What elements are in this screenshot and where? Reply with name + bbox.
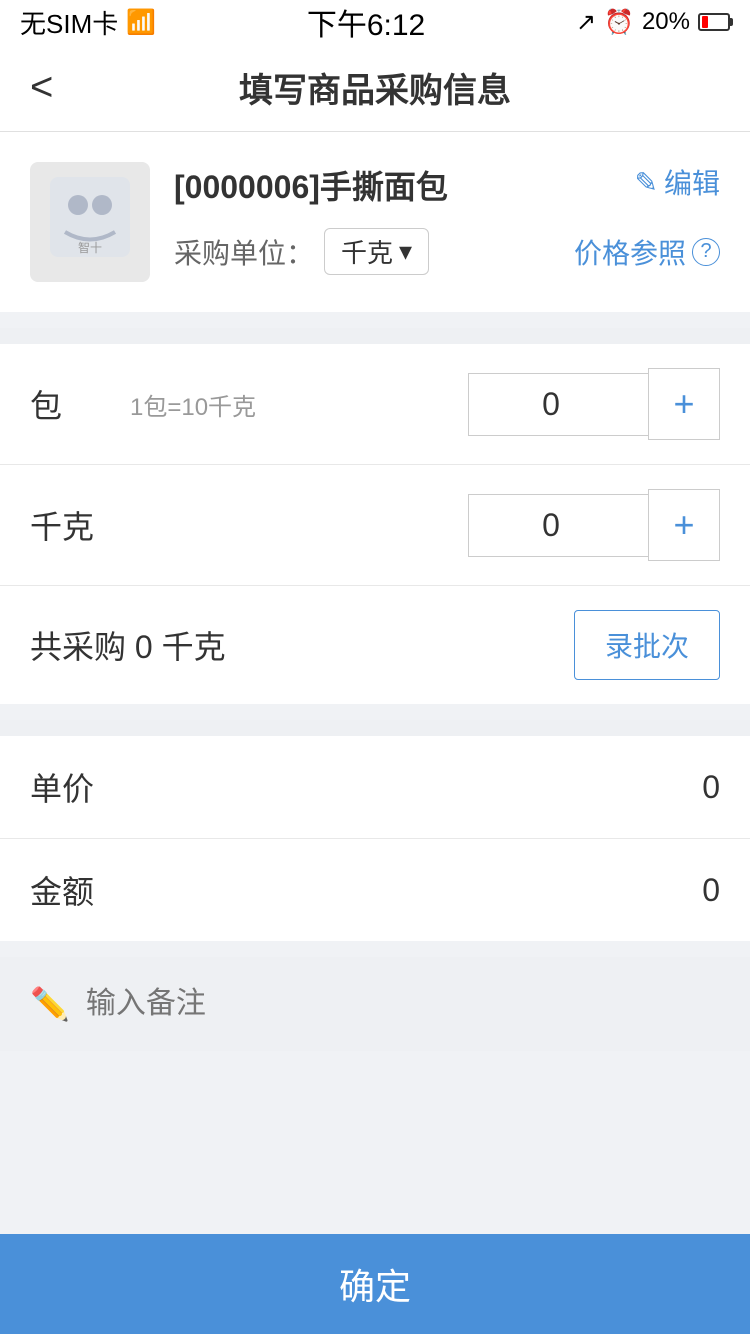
product-image-placeholder: 智十 bbox=[50, 177, 130, 267]
battery-percent: 20% bbox=[642, 8, 690, 36]
status-right: ↗ ⏰ 20% bbox=[576, 8, 730, 37]
unit-select[interactable]: 千克 ▾ bbox=[324, 228, 429, 275]
nav-bar: < 填写商品采购信息 bbox=[0, 44, 750, 132]
bao-label: 包 bbox=[30, 381, 110, 427]
product-meta: 采购单位： 千克 ▾ 价格参照 ? bbox=[174, 228, 720, 275]
help-icon: ? bbox=[692, 238, 720, 266]
section-separator-2 bbox=[0, 720, 750, 736]
battery-icon bbox=[698, 13, 730, 31]
summary-section: 共采购 0 千克 录批次 bbox=[0, 586, 750, 704]
unit-prefix: 采购单位： bbox=[174, 232, 314, 272]
svg-text:智十: 智十 bbox=[78, 240, 102, 255]
price-ref-button[interactable]: 价格参照 ? bbox=[574, 232, 720, 272]
bao-row: 包 1包=10千克 + bbox=[0, 344, 750, 465]
kg-row: 千克 + bbox=[0, 465, 750, 586]
batch-button[interactable]: 录批次 bbox=[574, 610, 720, 680]
remark-input[interactable] bbox=[86, 987, 720, 1021]
unit-price-row: 单价 0 bbox=[0, 736, 750, 839]
unit-label: 采购单位： 千克 ▾ bbox=[174, 228, 429, 275]
status-bar: 无SIM卡 📶 下午6:12 ↗ ⏰ 20% bbox=[0, 0, 750, 44]
location-icon: ↗ bbox=[576, 8, 596, 37]
edit-button[interactable]: ✎ 编辑 bbox=[635, 162, 720, 202]
page-title: 填写商品采购信息 bbox=[239, 63, 511, 112]
dropdown-icon: ▾ bbox=[399, 236, 412, 267]
wifi-icon: 📶 bbox=[126, 8, 156, 37]
input-section: 包 1包=10千克 + 千克 + bbox=[0, 344, 750, 586]
bao-input-wrapper: + bbox=[468, 368, 720, 440]
unit-value: 千克 bbox=[341, 233, 393, 270]
alarm-icon: ⏰ bbox=[604, 8, 634, 37]
bao-sublabel: 1包=10千克 bbox=[130, 387, 448, 422]
price-ref-label: 价格参照 bbox=[574, 232, 686, 272]
confirm-button[interactable]: 确定 bbox=[0, 1234, 750, 1334]
bao-input[interactable] bbox=[468, 373, 648, 436]
summary-text: 共采购 0 千克 bbox=[30, 622, 226, 668]
product-card: 智十 [0000006]手撕面包 ✎ 编辑 采购单位： 千克 ▾ bbox=[0, 132, 750, 312]
back-button[interactable]: < bbox=[30, 55, 63, 120]
carrier-text: 无SIM卡 bbox=[20, 4, 118, 41]
amount-row: 金额 0 bbox=[0, 839, 750, 941]
edit-icon: ✎ bbox=[635, 166, 658, 199]
unit-price-value: 0 bbox=[702, 769, 720, 806]
amount-value: 0 bbox=[702, 872, 720, 909]
kg-label: 千克 bbox=[30, 502, 110, 548]
kg-input[interactable] bbox=[468, 494, 648, 557]
unit-price-label: 单价 bbox=[30, 764, 94, 810]
pencil-icon: ✏️ bbox=[30, 985, 70, 1023]
product-image: 智十 bbox=[30, 162, 150, 282]
amount-label: 金额 bbox=[30, 867, 94, 913]
product-info: [0000006]手撕面包 ✎ 编辑 采购单位： 千克 ▾ 价格参照 ? bbox=[174, 162, 720, 275]
remark-section: ✏️ bbox=[0, 957, 750, 1051]
status-left: 无SIM卡 📶 bbox=[20, 4, 156, 41]
section-separator-1 bbox=[0, 328, 750, 344]
bao-plus-button[interactable]: + bbox=[648, 368, 720, 440]
product-name: [0000006]手撕面包 bbox=[174, 162, 448, 208]
product-header: [0000006]手撕面包 ✎ 编辑 bbox=[174, 162, 720, 208]
price-section: 单价 0 金额 0 bbox=[0, 736, 750, 941]
edit-label: 编辑 bbox=[664, 162, 720, 202]
kg-input-wrapper: + bbox=[468, 489, 720, 561]
kg-plus-button[interactable]: + bbox=[648, 489, 720, 561]
status-time: 下午6:12 bbox=[307, 0, 425, 44]
